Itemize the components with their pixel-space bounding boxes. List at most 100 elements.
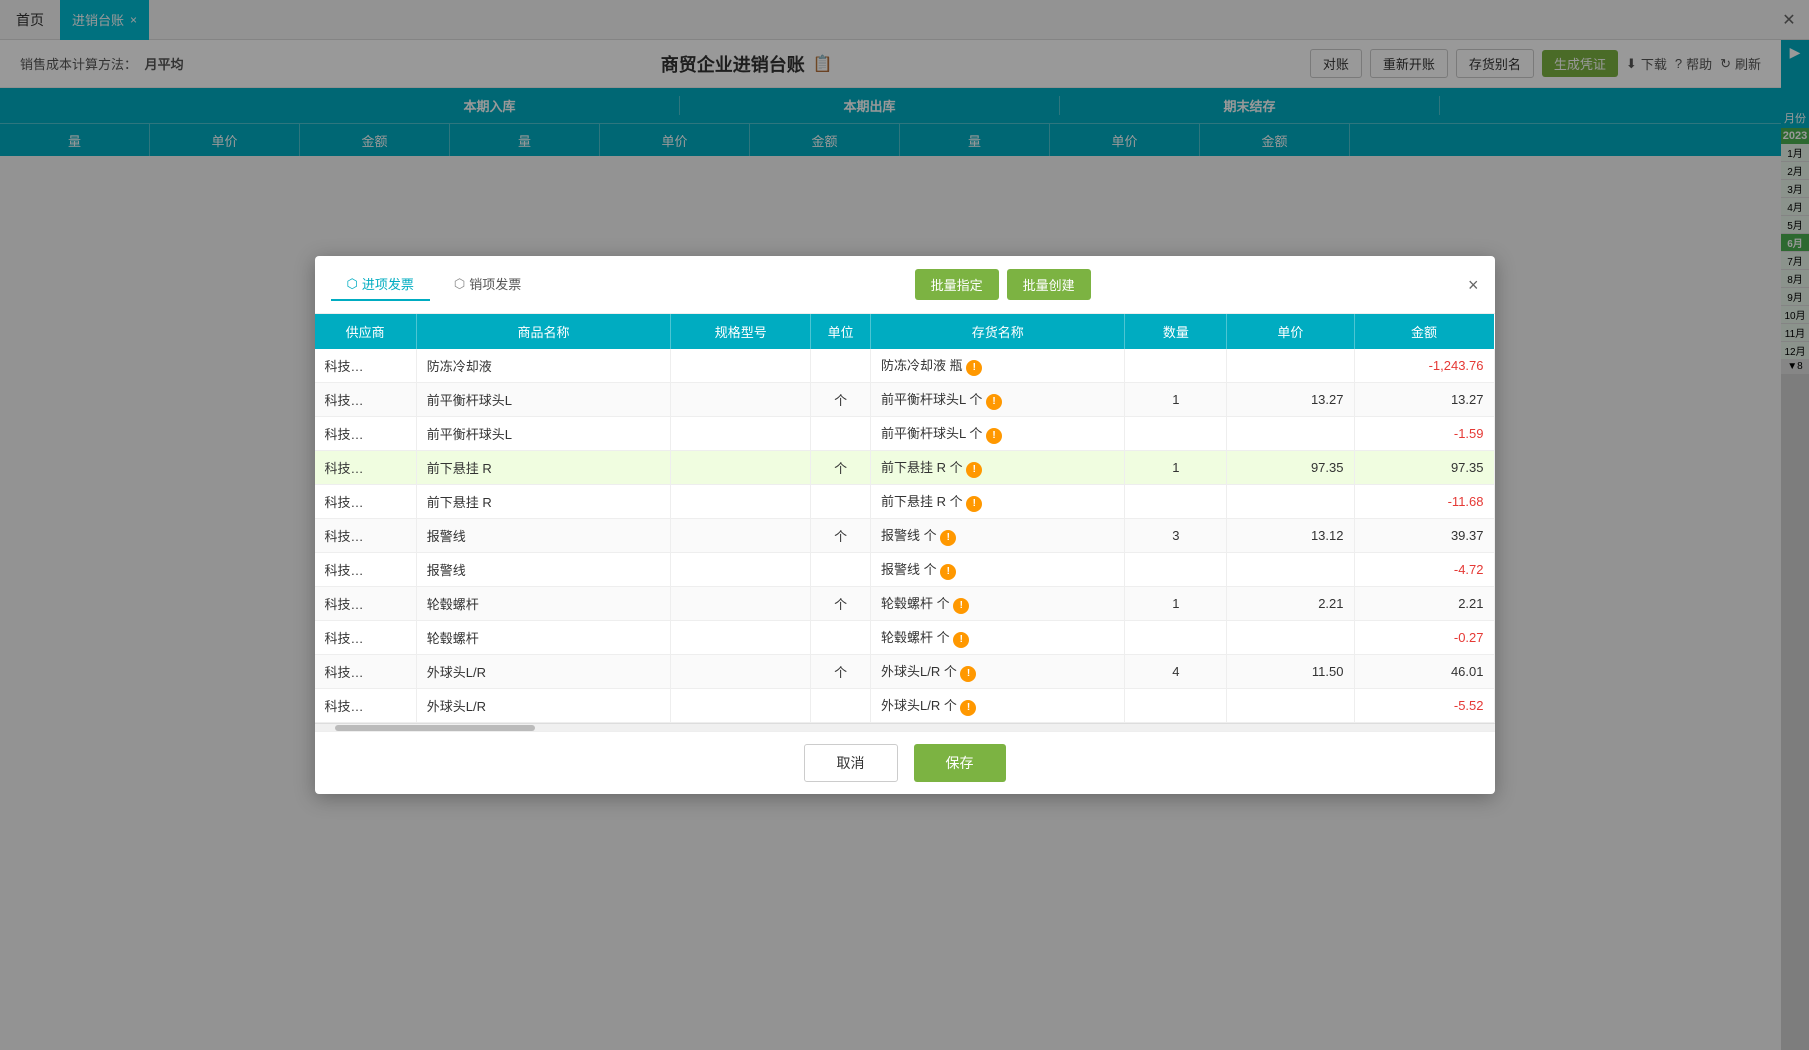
cell-spec	[671, 587, 811, 621]
cell-unit: 个	[811, 451, 871, 485]
cell-spec	[671, 485, 811, 519]
cell-qty: 1	[1125, 451, 1227, 485]
cell-inventory-name: 防冻冷却液 瓶 !	[871, 349, 1125, 383]
cell-inventory-name: 前平衡杆球头L 个 !	[871, 417, 1125, 451]
cell-inventory-name: 轮毂螺杆 个 !	[871, 621, 1125, 655]
tab-outbound-invoice[interactable]: ⬡ 销项发票	[438, 268, 537, 301]
cell-inventory-name: 前下悬挂 R 个 !	[871, 451, 1125, 485]
cell-qty	[1125, 349, 1227, 383]
table-row[interactable]: 科技… 报警线 报警线 个 ! -4.72	[315, 553, 1495, 587]
table-row[interactable]: 科技… 轮毂螺杆 个 轮毂螺杆 个 ! 1 2.21 2.21	[315, 587, 1495, 621]
cell-price: 11.50	[1227, 655, 1354, 689]
invoice-out-icon: ⬡	[454, 276, 465, 292]
cell-qty: 1	[1125, 383, 1227, 417]
cell-inventory-name: 报警线 个 !	[871, 553, 1125, 587]
cell-amount: 46.01	[1354, 655, 1494, 689]
modal-dialog: ⬡ 进项发票 ⬡ 销项发票 批量指定 批量创建 × 供应商 商品名称 规格型号	[315, 256, 1495, 794]
cell-supplier: 科技…	[315, 383, 417, 417]
warn-icon: !	[986, 394, 1002, 410]
warn-icon: !	[966, 462, 982, 478]
cell-qty	[1125, 621, 1227, 655]
invoice-in-icon: ⬡	[347, 276, 358, 292]
warn-icon: !	[986, 428, 1002, 444]
cell-amount: -1.59	[1354, 417, 1494, 451]
table-row[interactable]: 科技… 前平衡杆球头L 前平衡杆球头L 个 ! -1.59	[315, 417, 1495, 451]
cell-price	[1227, 553, 1354, 587]
cell-amount: 39.37	[1354, 519, 1494, 553]
warn-icon: !	[953, 632, 969, 648]
cell-unit	[811, 349, 871, 383]
table-row[interactable]: 科技… 报警线 个 报警线 个 ! 3 13.12 39.37	[315, 519, 1495, 553]
modal-overlay: ⬡ 进项发票 ⬡ 销项发票 批量指定 批量创建 × 供应商 商品名称 规格型号	[0, 0, 1809, 1050]
table-row[interactable]: 科技… 前下悬挂 R 个 前下悬挂 R 个 ! 1 97.35 97.35	[315, 451, 1495, 485]
tab-inbound-invoice[interactable]: ⬡ 进项发票	[331, 268, 430, 301]
scrollbar-thumb[interactable]	[335, 725, 535, 731]
warn-icon: !	[953, 598, 969, 614]
cell-amount: -4.72	[1354, 553, 1494, 587]
col-unit-header: 单位	[811, 314, 871, 349]
batch-create-button[interactable]: 批量创建	[1007, 269, 1091, 300]
cell-spec	[671, 417, 811, 451]
cell-unit: 个	[811, 519, 871, 553]
cell-unit: 个	[811, 655, 871, 689]
cell-product-name: 外球头L/R	[416, 689, 670, 723]
cancel-button[interactable]: 取消	[804, 744, 898, 782]
table-header-row: 供应商 商品名称 规格型号 单位 存货名称 数量 单价 金额	[315, 314, 1495, 349]
cell-product-name: 防冻冷却液	[416, 349, 670, 383]
table-row[interactable]: 科技… 轮毂螺杆 轮毂螺杆 个 ! -0.27	[315, 621, 1495, 655]
cell-unit	[811, 485, 871, 519]
cell-supplier: 科技…	[315, 553, 417, 587]
warn-icon: !	[960, 666, 976, 682]
col-spec-header: 规格型号	[671, 314, 811, 349]
cell-price: 97.35	[1227, 451, 1354, 485]
modal-table-wrapper[interactable]: 供应商 商品名称 规格型号 单位 存货名称 数量 单价 金额 科技… 防冻冷却液…	[315, 314, 1495, 723]
cell-price	[1227, 417, 1354, 451]
warn-icon: !	[966, 496, 982, 512]
cell-amount: -1,243.76	[1354, 349, 1494, 383]
col-price-header: 单价	[1227, 314, 1354, 349]
cell-price	[1227, 349, 1354, 383]
cell-unit	[811, 553, 871, 587]
cell-amount: 97.35	[1354, 451, 1494, 485]
cell-price	[1227, 621, 1354, 655]
horizontal-scrollbar[interactable]	[315, 723, 1495, 731]
cell-supplier: 科技…	[315, 689, 417, 723]
cell-spec	[671, 655, 811, 689]
modal-header: ⬡ 进项发票 ⬡ 销项发票 批量指定 批量创建 ×	[315, 256, 1495, 314]
cell-supplier: 科技…	[315, 655, 417, 689]
cell-amount: -0.27	[1354, 621, 1494, 655]
cell-amount: 2.21	[1354, 587, 1494, 621]
cell-unit	[811, 689, 871, 723]
cell-supplier: 科技…	[315, 519, 417, 553]
modal-footer: 取消 保存	[315, 731, 1495, 794]
cell-spec	[671, 689, 811, 723]
col-qty-header: 数量	[1125, 314, 1227, 349]
cell-supplier: 科技…	[315, 587, 417, 621]
cell-inventory-name: 外球头L/R 个 !	[871, 655, 1125, 689]
cell-qty	[1125, 553, 1227, 587]
cell-spec	[671, 349, 811, 383]
modal-close-button[interactable]: ×	[1468, 276, 1479, 294]
cell-unit: 个	[811, 383, 871, 417]
cell-spec	[671, 451, 811, 485]
table-row[interactable]: 科技… 前下悬挂 R 前下悬挂 R 个 ! -11.68	[315, 485, 1495, 519]
cell-supplier: 科技…	[315, 349, 417, 383]
cell-product-name: 前平衡杆球头L	[416, 417, 670, 451]
cell-qty: 1	[1125, 587, 1227, 621]
cell-price	[1227, 485, 1354, 519]
invoice-table: 供应商 商品名称 规格型号 单位 存货名称 数量 单价 金额 科技… 防冻冷却液…	[315, 314, 1495, 723]
cell-price: 2.21	[1227, 587, 1354, 621]
table-row[interactable]: 科技… 前平衡杆球头L 个 前平衡杆球头L 个 ! 1 13.27 13.27	[315, 383, 1495, 417]
table-row[interactable]: 科技… 外球头L/R 个 外球头L/R 个 ! 4 11.50 46.01	[315, 655, 1495, 689]
table-row[interactable]: 科技… 外球头L/R 外球头L/R 个 ! -5.52	[315, 689, 1495, 723]
cell-product-name: 报警线	[416, 553, 670, 587]
cell-inventory-name: 外球头L/R 个 !	[871, 689, 1125, 723]
warn-icon: !	[940, 530, 956, 546]
cell-inventory-name: 轮毂螺杆 个 !	[871, 587, 1125, 621]
cell-qty	[1125, 485, 1227, 519]
batch-assign-button[interactable]: 批量指定	[915, 269, 999, 300]
warn-icon: !	[940, 564, 956, 580]
table-row[interactable]: 科技… 防冻冷却液 防冻冷却液 瓶 ! -1,243.76	[315, 349, 1495, 383]
save-button[interactable]: 保存	[914, 744, 1006, 782]
cell-inventory-name: 报警线 个 !	[871, 519, 1125, 553]
